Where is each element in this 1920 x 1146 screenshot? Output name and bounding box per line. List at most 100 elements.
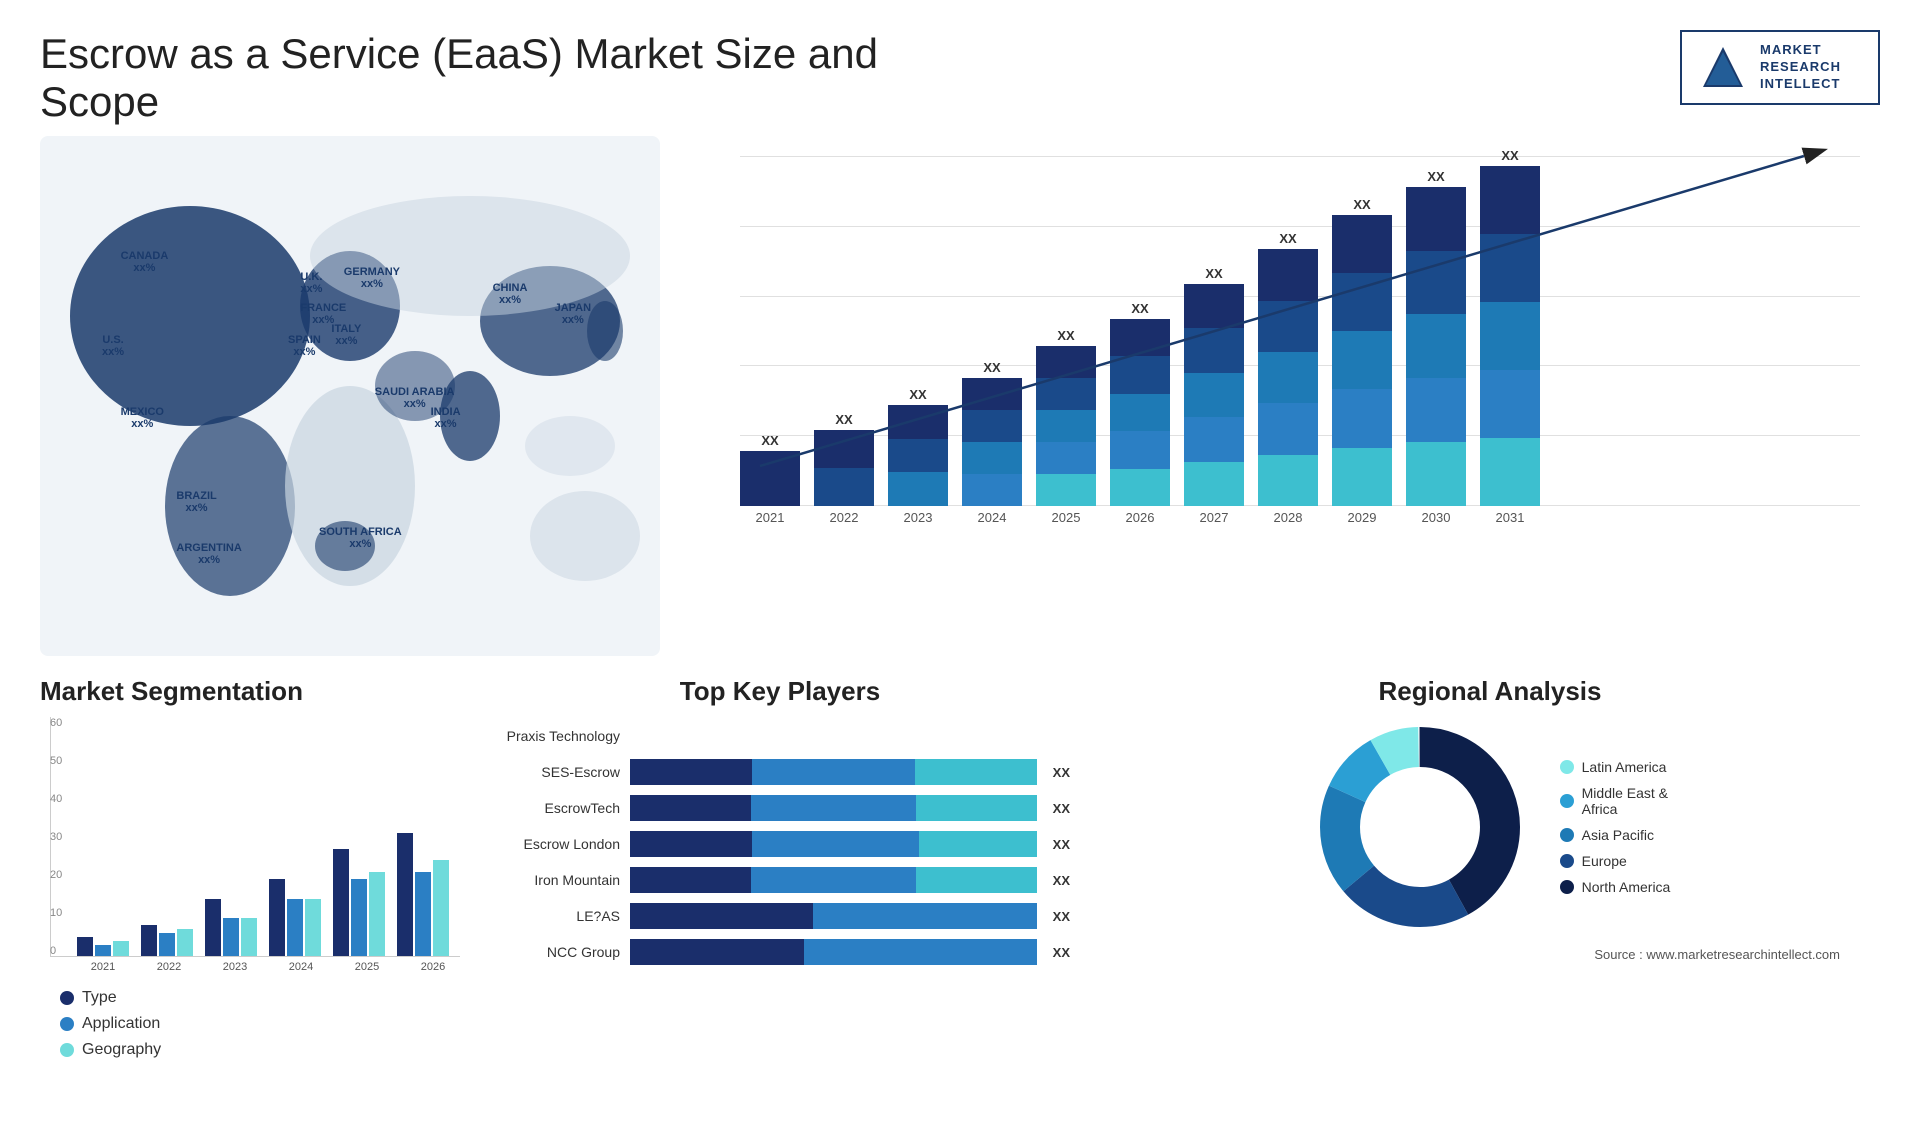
year-label-2028: 2028 <box>1258 510 1318 525</box>
legend-dot-type <box>60 991 74 1005</box>
seg-year-2026: 2026 <box>406 961 460 973</box>
bar-group-2021: XX <box>740 433 800 507</box>
legend-north-america: North America <box>1560 879 1671 895</box>
bottom-section: Market Segmentation 0 10 20 30 40 50 60 … <box>0 656 1920 1116</box>
donut-chart <box>1310 717 1530 937</box>
country-label-mexico: MEXICOxx% <box>121 406 164 430</box>
legend-geography: Geography <box>60 1041 460 1059</box>
bar-group-2031: XX <box>1480 148 1540 506</box>
donut-legend: Latin America Middle East &Africa Asia P… <box>1560 759 1671 895</box>
legend-latin-america: Latin America <box>1560 759 1671 775</box>
country-label-germany: GERMANYxx% <box>344 266 400 290</box>
legend-europe: Europe <box>1560 853 1671 869</box>
bar-value-2023: XX <box>909 387 926 402</box>
player-name: SES-Escrow <box>490 764 620 780</box>
regional-title: Regional Analysis <box>1100 676 1880 707</box>
bar-group-2022: XX <box>814 412 874 506</box>
player-row-le?as: LE?ASXX <box>490 903 1070 929</box>
country-label-u.k.: U.K.xx% <box>300 271 322 295</box>
country-label-argentina: ARGENTINAxx% <box>176 542 241 566</box>
main-section: CANADAxx%U.S.xx%MEXICOxx%BRAZILxx%ARGENT… <box>0 136 1920 656</box>
player-row-ses-escrow: SES-EscrowXX <box>490 759 1070 785</box>
logo: MARKET RESEARCH INTELLECT <box>1680 30 1880 105</box>
label-asia-pacific: Asia Pacific <box>1582 827 1654 843</box>
segmentation-legend: Type Application Geography <box>40 989 460 1059</box>
bar-stack-2027 <box>1184 284 1244 506</box>
country-label-italy: ITALYxx% <box>331 323 361 347</box>
logo-icon <box>1698 42 1748 92</box>
year-label-2027: 2027 <box>1184 510 1244 525</box>
label-middle-east: Middle East &Africa <box>1582 785 1668 817</box>
seg-group-2022 <box>141 925 193 956</box>
seg-group-2021 <box>77 937 129 956</box>
year-label-2024: 2024 <box>962 510 1022 525</box>
seg-y-axis: 0 10 20 30 40 50 60 <box>50 717 62 957</box>
year-label-2029: 2029 <box>1332 510 1392 525</box>
country-label-canada: CANADAxx% <box>121 250 169 274</box>
legend-asia-pacific: Asia Pacific <box>1560 827 1671 843</box>
seg-group-2026 <box>397 833 449 956</box>
seg-year-2024: 2024 <box>274 961 328 973</box>
seg-year-2023: 2023 <box>208 961 262 973</box>
dot-middle-east <box>1560 794 1574 808</box>
seg-year-2021: 2021 <box>76 961 130 973</box>
bar-stack-2023 <box>888 405 948 506</box>
bar-value-2030: XX <box>1427 169 1444 184</box>
bar-value-2024: XX <box>983 360 1000 375</box>
seg-year-2022: 2022 <box>142 961 196 973</box>
country-label-japan: JAPANxx% <box>555 302 591 326</box>
bar-stack-2021 <box>740 451 800 507</box>
player-name: Iron Mountain <box>490 872 620 888</box>
seg-group-2023 <box>205 899 257 957</box>
player-name: Praxis Technology <box>490 728 620 744</box>
regional-section: Regional Analysis Lat <box>1100 676 1880 1106</box>
year-label-2023: 2023 <box>888 510 948 525</box>
legend-application: Application <box>60 1015 460 1033</box>
legend-label-type: Type <box>82 989 117 1007</box>
main-bar-years: 2021 2022 2023 2024 2025 2026 2027 2028 2029 2030… <box>700 510 1860 525</box>
year-label-2022: 2022 <box>814 510 874 525</box>
legend-label-application: Application <box>82 1015 160 1033</box>
year-label-2031: 2031 <box>1480 510 1540 525</box>
bar-value-2026: XX <box>1131 301 1148 316</box>
year-label-2026: 2026 <box>1110 510 1170 525</box>
bar-stack-2026 <box>1110 319 1170 506</box>
segmentation-section: Market Segmentation 0 10 20 30 40 50 60 … <box>40 676 460 1106</box>
bar-group-2030: XX <box>1406 169 1466 506</box>
bar-group-2025: XX <box>1036 328 1096 506</box>
map-labels: CANADAxx%U.S.xx%MEXICOxx%BRAZILxx%ARGENT… <box>40 136 660 656</box>
bar-value-2031: XX <box>1501 148 1518 163</box>
main-bar-chart: XXXXXXXXXXXXXXXXXXXXXX <box>700 146 1860 506</box>
bar-group-2027: XX <box>1184 266 1244 506</box>
bar-group-2023: XX <box>888 387 948 506</box>
page-title: Escrow as a Service (EaaS) Market Size a… <box>40 30 940 126</box>
year-label-2021: 2021 <box>740 510 800 525</box>
bar-value-2028: XX <box>1279 231 1296 246</box>
year-label-2025: 2025 <box>1036 510 1096 525</box>
country-label-u.s.: U.S.xx% <box>102 334 124 358</box>
label-europe: Europe <box>1582 853 1627 869</box>
dot-asia-pacific <box>1560 828 1574 842</box>
legend-dot-application <box>60 1017 74 1031</box>
year-label-2030: 2030 <box>1406 510 1466 525</box>
country-label-south-africa: SOUTH AFRICAxx% <box>319 526 402 550</box>
legend-middle-east: Middle East &Africa <box>1560 785 1671 817</box>
players-section: Top Key Players Praxis Technology SES-Esc… <box>480 676 1080 1106</box>
legend-type: Type <box>60 989 460 1007</box>
bar-value-2027: XX <box>1205 266 1222 281</box>
dot-latin-america <box>1560 760 1574 774</box>
player-row-praxis-technology: Praxis Technology <box>490 723 1070 749</box>
logo-line2: RESEARCH <box>1760 59 1841 76</box>
header: Escrow as a Service (EaaS) Market Size a… <box>0 0 1920 136</box>
players-title: Top Key Players <box>480 676 1080 707</box>
label-north-america: North America <box>1582 879 1671 895</box>
country-label-china: CHINAxx% <box>493 282 528 306</box>
player-name: NCC Group <box>490 944 620 960</box>
seg-years: 202120222023202420252026 <box>50 961 460 973</box>
bar-stack-2030 <box>1406 187 1466 506</box>
country-label-france: FRANCExx% <box>300 302 346 326</box>
players-list: Praxis TechnologySES-EscrowXXEscrowTechX… <box>480 723 1080 965</box>
seg-group-2024 <box>269 879 321 956</box>
bar-value-2021: XX <box>761 433 778 448</box>
dot-europe <box>1560 854 1574 868</box>
